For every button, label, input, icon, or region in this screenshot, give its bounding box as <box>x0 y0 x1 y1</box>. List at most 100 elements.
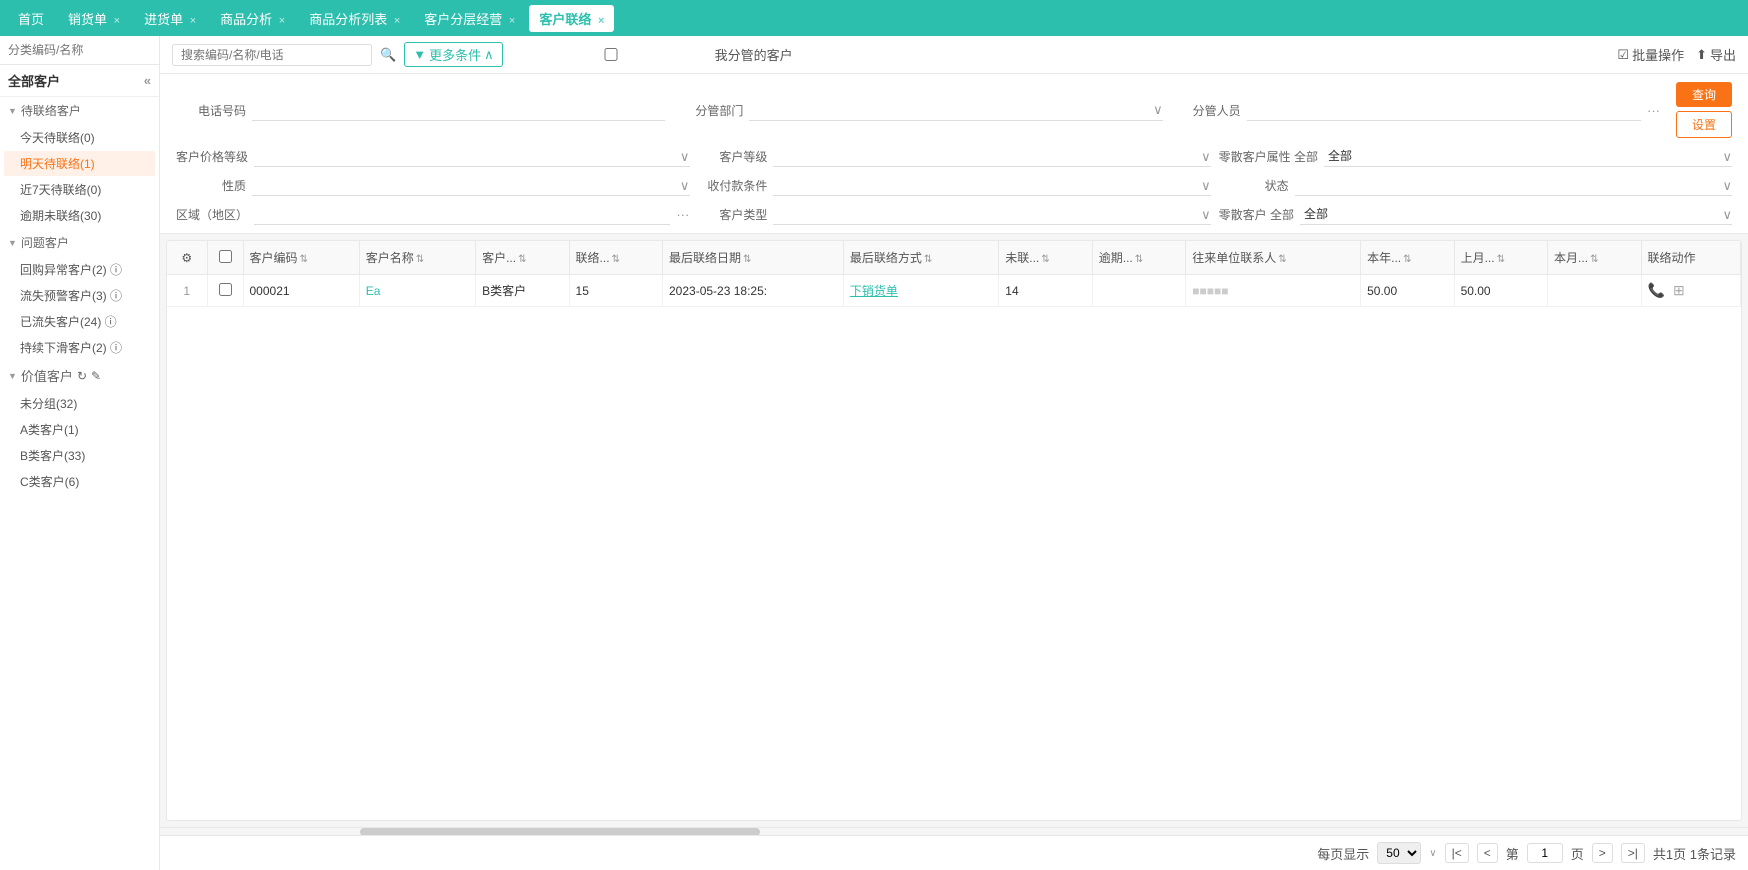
sidebar-item-class-c[interactable]: C类客户(6) <box>4 469 155 494</box>
sidebar-item-churn-warning[interactable]: 流失预警客户(3) ⓘ <box>4 283 155 308</box>
sort-uncontact-icon: ⇅ <box>1041 254 1049 265</box>
per-page-label: 每页显示 <box>1317 844 1369 863</box>
problem-customers-group[interactable]: 问题客户 <box>0 229 159 256</box>
col-uncontacted[interactable]: 未联...⇅ <box>999 241 1092 275</box>
checkbox-icon: ☑ <box>1617 47 1629 63</box>
nav-product-analysis[interactable]: 商品分析 × <box>210 5 295 32</box>
col-last-contact-way[interactable]: 最后联络方式⇅ <box>843 241 998 275</box>
sidebar-item-overdue-contact[interactable]: 逾期未联络(30) <box>4 203 155 228</box>
sidebar-item-today-contact[interactable]: 今天待联络(0) <box>4 125 155 150</box>
nav-home[interactable]: 首页 <box>8 5 54 32</box>
nav-close-purchase[interactable]: × <box>190 15 196 27</box>
value-customers-group[interactable]: 价值客户 ↻ ✎ <box>0 361 159 390</box>
filter-customer-type-label: 客户类型 <box>697 206 767 223</box>
filter-phone-input[interactable] <box>252 100 665 121</box>
settings-button[interactable]: 设置 <box>1676 111 1732 138</box>
batch-op-button[interactable]: ☑ 批量操作 <box>1617 45 1684 64</box>
nav-close-sales[interactable]: × <box>114 15 120 27</box>
filter-region: 区域（地区） ··· <box>176 204 689 225</box>
grid-action-icon[interactable]: ⊞ <box>1673 282 1685 299</box>
region-more-icon[interactable]: ··· <box>676 207 689 222</box>
filter-retail-attr-select[interactable]: 全部 <box>1324 146 1732 167</box>
col-contact-count[interactable]: 联络...⇅ <box>569 241 662 275</box>
filter-price-level-label: 客户价格等级 <box>176 148 248 165</box>
filter-row-3: 性质 ∨ 收付款条件 ∨ 状态 <box>176 175 1732 196</box>
next-page-button[interactable]: > <box>1592 843 1613 863</box>
filter-person: 分管人员 ··· <box>1171 100 1660 121</box>
sidebar-item-ungrouped[interactable]: 未分组(32) <box>4 391 155 416</box>
filter-status-select[interactable] <box>1295 175 1733 196</box>
sidebar-search-input[interactable] <box>8 43 160 57</box>
customer-table: ⚙ 客户编码⇅ 客户名称⇅ 客户...⇅ 联络...⇅ 最后联络日期⇅ 最后联络… <box>167 241 1741 307</box>
table-header: ⚙ 客户编码⇅ 客户名称⇅ 客户...⇅ 联络...⇅ 最后联络日期⇅ 最后联络… <box>167 241 1741 275</box>
row-select-checkbox[interactable] <box>219 283 232 296</box>
sort-date-icon: ⇅ <box>743 254 751 265</box>
col-customer-name[interactable]: 客户名称⇅ <box>359 241 475 275</box>
col-settings[interactable]: ⚙ <box>167 241 207 275</box>
first-page-button[interactable]: |< <box>1445 843 1469 863</box>
sidebar-item-declining[interactable]: 持续下滑客户(2) ⓘ <box>4 335 155 360</box>
col-this-month[interactable]: 本月...⇅ <box>1548 241 1641 275</box>
filter-region-input[interactable] <box>254 204 670 225</box>
retail2-chevron-icon: ∨ <box>1722 207 1732 223</box>
search-icon[interactable]: 🔍 <box>380 47 396 63</box>
col-last-month[interactable]: 上月...⇅ <box>1454 241 1547 275</box>
col-unit-contact[interactable]: 往来单位联系人⇅ <box>1186 241 1361 275</box>
sidebar-item-class-a[interactable]: A类客户(1) <box>4 417 155 442</box>
query-button[interactable]: 查询 <box>1676 82 1732 107</box>
person-more-icon[interactable]: ··· <box>1647 103 1660 118</box>
page-number-input[interactable] <box>1527 843 1563 863</box>
nav-customer-contact[interactable]: 客户联络 × <box>529 5 614 32</box>
filter-payment-select[interactable] <box>773 175 1211 196</box>
my-customers-checkbox-area[interactable]: 我分管的客户 <box>511 45 793 64</box>
refresh-icon[interactable]: ↻ <box>77 369 87 383</box>
pending-contact-group[interactable]: 待联络客户 <box>0 97 159 124</box>
col-last-contact-date[interactable]: 最后联络日期⇅ <box>663 241 844 275</box>
nav-close-product-analysis[interactable]: × <box>279 15 285 27</box>
filter-dept-select[interactable] <box>749 100 1163 121</box>
filter-nature-select[interactable] <box>252 175 690 196</box>
nav-purchase[interactable]: 进货单 × <box>134 5 206 32</box>
nav-sales[interactable]: 销货单 × <box>58 5 130 32</box>
sidebar-item-abnormal-repurchase[interactable]: 回购异常客户(2) ⓘ <box>4 257 155 282</box>
sidebar-item-tomorrow-contact[interactable]: 明天待联络(1) <box>4 151 155 176</box>
col-overdue[interactable]: 逾期...⇅ <box>1092 241 1185 275</box>
col-this-year[interactable]: 本年...⇅ <box>1361 241 1454 275</box>
retail-chevron-icon: ∨ <box>1722 149 1732 165</box>
search-input[interactable] <box>172 44 372 66</box>
sidebar-item-7day-contact[interactable]: 近7天待联络(0) <box>4 177 155 202</box>
nav-product-analysis-list[interactable]: 商品分析列表 × <box>299 5 410 32</box>
sidebar-item-class-b[interactable]: B类客户(33) <box>4 443 155 468</box>
row-checkbox[interactable] <box>207 275 243 307</box>
filter-nature: 性质 ∨ <box>176 175 689 196</box>
my-customers-checkbox[interactable] <box>511 48 711 61</box>
filter-price-level-select[interactable] <box>254 146 690 167</box>
row-type: B类客户 <box>476 275 569 307</box>
nav-close-customer-layering[interactable]: × <box>509 15 515 27</box>
filter-person-input[interactable] <box>1247 100 1641 121</box>
nav-customer-layering[interactable]: 客户分层经营 × <box>414 5 525 32</box>
phone-action-icon[interactable]: 📞 <box>1648 282 1665 299</box>
all-customers-label[interactable]: 全部客户 <box>8 71 60 90</box>
row-name[interactable]: Ea <box>359 275 475 307</box>
horizontal-scrollbar[interactable] <box>160 827 1748 835</box>
col-customer-type[interactable]: 客户...⇅ <box>476 241 569 275</box>
more-conditions-button[interactable]: ▼ 更多条件 ∧ <box>404 42 502 67</box>
select-all-checkbox[interactable] <box>219 250 232 263</box>
per-page-select[interactable]: 50 <box>1377 842 1421 864</box>
sidebar-item-churned[interactable]: 已流失客户(24) ⓘ <box>4 309 155 334</box>
filter-customer-level-select[interactable] <box>773 146 1211 167</box>
col-customer-code[interactable]: 客户编码⇅ <box>243 241 359 275</box>
sidebar-collapse-icon[interactable]: « <box>144 73 151 88</box>
scrollbar-thumb[interactable] <box>360 828 760 835</box>
nav-close-customer-contact[interactable]: × <box>598 15 604 27</box>
last-page-button[interactable]: >| <box>1621 843 1645 863</box>
prev-page-button[interactable]: < <box>1477 843 1498 863</box>
total-records: 共1页 1条记录 <box>1653 844 1736 863</box>
export-button[interactable]: ⬆ 导出 <box>1696 45 1736 64</box>
edit-icon[interactable]: ✎ <box>91 369 101 383</box>
nav-close-product-analysis-list[interactable]: × <box>394 15 400 27</box>
row-last-contact-way[interactable]: 下销货单 <box>843 275 998 307</box>
filter-customer-type-select[interactable] <box>773 204 1211 225</box>
filter-retail-customer-select[interactable]: 全部 <box>1300 204 1732 225</box>
